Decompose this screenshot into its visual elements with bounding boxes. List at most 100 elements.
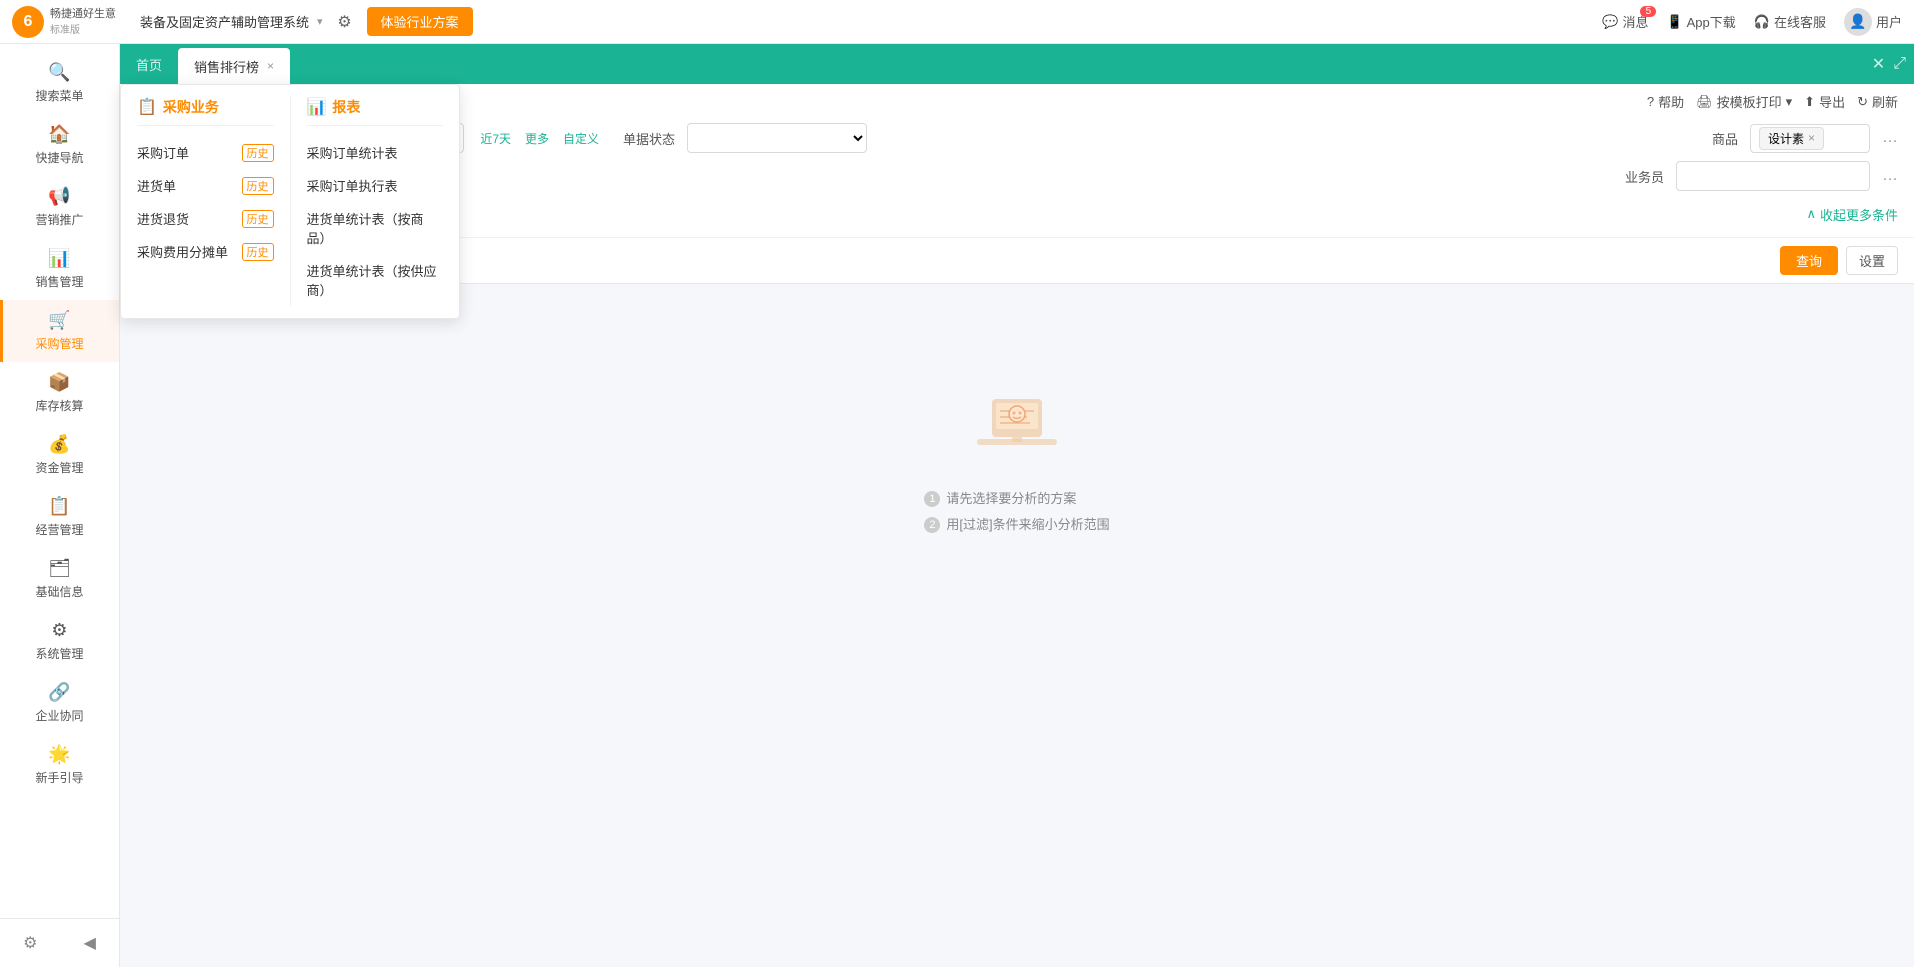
menu-item-inbound[interactable]: 进货单 历史: [137, 169, 274, 202]
quick-dates: 近7天 更多 自定义: [476, 128, 603, 149]
print-button[interactable]: 🖨 按模板打印 ▾: [1696, 92, 1792, 111]
export-button[interactable]: ⬆ 导出: [1804, 92, 1845, 111]
user-button[interactable]: 👤 用户: [1844, 8, 1902, 36]
sidebar-item-label: 快捷导航: [35, 149, 83, 166]
quick-more-button[interactable]: 更多: [521, 128, 553, 149]
sidebar-item-quick-nav[interactable]: 🏠 快捷导航: [0, 114, 119, 176]
menu-item-label: 采购订单执行表: [307, 176, 398, 195]
operations-icon: 📋: [48, 496, 70, 517]
system-icon: ⚙: [51, 620, 67, 641]
message-badge: 5: [1640, 6, 1656, 17]
logo-badge: 标准版: [50, 21, 116, 36]
sidebar-item-basic[interactable]: 🗂 基础信息: [0, 548, 119, 610]
tab-maximize-button[interactable]: ⤢: [1893, 54, 1906, 74]
menu-item-inbound-stats-goods[interactable]: 进货单统计表（按商品）: [307, 202, 444, 254]
sidebar-item-inventory[interactable]: 📦 库存核算: [0, 362, 119, 424]
bill-status-label: 单据状态: [615, 129, 675, 148]
system-name: 装备及固定资产辅助管理系统: [140, 12, 309, 31]
tab-sales-ranking[interactable]: 销售排行榜 ×: [178, 48, 290, 84]
export-icon: ⬆: [1804, 94, 1815, 110]
salesperson-dots-button[interactable]: …: [1882, 167, 1898, 185]
search-icon: 🔍: [48, 62, 70, 83]
top-right-area: 💬 消息 5 📱 App下载 🎧 在线客服 👤 用户: [1602, 8, 1902, 36]
sidebar-item-marketing[interactable]: 📢 营销推广: [0, 176, 119, 238]
menu-item-label: 进货单统计表（按商品）: [307, 209, 444, 247]
goods-tag-close[interactable]: ×: [1808, 131, 1815, 145]
headset-icon: 🎧: [1754, 14, 1770, 30]
sidebar-item-search[interactable]: 🔍 搜索菜单: [0, 52, 119, 114]
history-badge: 历史: [242, 144, 274, 162]
tab-home[interactable]: 首页: [120, 44, 178, 84]
marketing-icon: 📢: [48, 186, 70, 207]
sidebar-bottom: ⚙ ◀: [0, 918, 119, 967]
sidebar-item-label: 经营管理: [35, 521, 83, 538]
sidebar-item-label: 系统管理: [35, 645, 83, 662]
quick-custom-button[interactable]: 自定义: [559, 128, 603, 149]
sidebar-item-label: 新手引导: [35, 769, 83, 786]
query-button[interactable]: 查询: [1780, 246, 1838, 275]
tab-close-button[interactable]: ×: [267, 59, 274, 73]
sidebar-item-operations[interactable]: 📋 经营管理: [0, 486, 119, 548]
goods-tag-area: 设计素 ×: [1750, 124, 1870, 153]
tab-home-label: 首页: [136, 55, 162, 74]
salesperson-input[interactable]: [1676, 161, 1870, 191]
help-button[interactable]: ? 帮助: [1647, 92, 1684, 111]
online-service-button[interactable]: 🎧 在线客服: [1754, 12, 1826, 31]
report-col-header: 📊 报表: [307, 97, 444, 126]
refresh-button[interactable]: ↻ 刷新: [1857, 92, 1898, 111]
menu-item-label: 采购订单统计表: [307, 143, 398, 162]
empty-illustration: [962, 364, 1072, 474]
finance-icon: 💰: [48, 434, 70, 455]
app-download-button[interactable]: 📱 App下载: [1666, 12, 1735, 31]
content-area: 1 请先选择要分析的方案 2 用[过滤]条件来缩小分析范围: [120, 284, 1914, 967]
menu-item-purchase-order[interactable]: 采购订单 历史: [137, 136, 274, 169]
empty-state: 1 请先选择要分析的方案 2 用[过滤]条件来缩小分析范围: [120, 284, 1914, 618]
online-service-label: 在线客服: [1774, 12, 1826, 31]
top-bar: 6 畅捷通好生意 标准版 装备及固定资产辅助管理系统 ▾ ⚙ 体验行业方案 💬 …: [0, 0, 1914, 44]
collapse-button[interactable]: ∧ 收起更多条件: [1806, 205, 1898, 224]
tab-active-label: 销售排行榜: [194, 57, 259, 76]
collapse-sidebar-button[interactable]: ◀: [80, 929, 100, 957]
purchase-col: 📋 采购业务 采购订单 历史 进货单 历史 进货退货 历史 采购费用分摊单: [121, 97, 290, 306]
menu-item-po-execute[interactable]: 采购订单执行表: [307, 169, 444, 202]
goods-tag: 设计素 ×: [1759, 127, 1824, 150]
message-button[interactable]: 💬 消息 5: [1602, 12, 1648, 31]
avatar: 👤: [1844, 8, 1872, 36]
goods-dots-button[interactable]: …: [1882, 129, 1898, 147]
sidebar-item-label: 资金管理: [35, 459, 83, 476]
quick-7days-button[interactable]: 近7天: [476, 128, 515, 149]
message-icon: 💬: [1602, 14, 1618, 30]
dropdown-menu: 📋 采购业务 采购订单 历史 进货单 历史 进货退货 历史 采购费用分摊单: [120, 84, 460, 319]
history-badge: 历史: [242, 177, 274, 195]
print-arrow-icon: ▾: [1786, 94, 1793, 110]
settings-button[interactable]: 设置: [1846, 246, 1898, 275]
logo-icon: 6: [12, 6, 44, 38]
history-badge: 历史: [242, 243, 274, 261]
guide-icon: 🌟: [48, 744, 70, 765]
menu-item-label: 进货退货: [137, 209, 189, 228]
goods-label: 商品: [1678, 129, 1738, 148]
sidebar-item-finance[interactable]: 💰 资金管理: [0, 424, 119, 486]
menu-item-inbound-stats-supplier[interactable]: 进货单统计表（按供应商）: [307, 254, 444, 306]
tab-close-window-button[interactable]: ✕: [1872, 54, 1885, 74]
sidebar-item-label: 销售管理: [35, 273, 83, 290]
sidebar-item-enterprise[interactable]: 🔗 企业协同: [0, 672, 119, 734]
system-settings-button[interactable]: ⚙: [331, 8, 359, 36]
sales-icon: 📊: [48, 248, 70, 269]
sidebar-item-sales[interactable]: 📊 销售管理: [0, 238, 119, 300]
menu-item-return-goods[interactable]: 进货退货 历史: [137, 202, 274, 235]
sidebar-item-guide[interactable]: 🌟 新手引导: [0, 734, 119, 796]
menu-item-label: 采购费用分摊单: [137, 242, 228, 261]
menu-item-po-stats[interactable]: 采购订单统计表: [307, 136, 444, 169]
industry-btn[interactable]: 体验行业方案: [367, 7, 473, 36]
settings-bottom-button[interactable]: ⚙: [19, 929, 41, 957]
bill-status-select[interactable]: [687, 123, 867, 153]
refresh-icon: ↻: [1857, 94, 1868, 110]
system-chevron-icon[interactable]: ▾: [317, 15, 323, 28]
sidebar-item-purchase[interactable]: 🛒 采购管理: [0, 300, 119, 362]
menu-item-expense-split[interactable]: 采购费用分摊单 历史: [137, 235, 274, 268]
user-label: 用户: [1876, 12, 1902, 31]
sidebar-item-label: 基础信息: [35, 583, 83, 600]
sidebar-item-system[interactable]: ⚙ 系统管理: [0, 610, 119, 672]
phone-icon: 📱: [1666, 14, 1682, 30]
